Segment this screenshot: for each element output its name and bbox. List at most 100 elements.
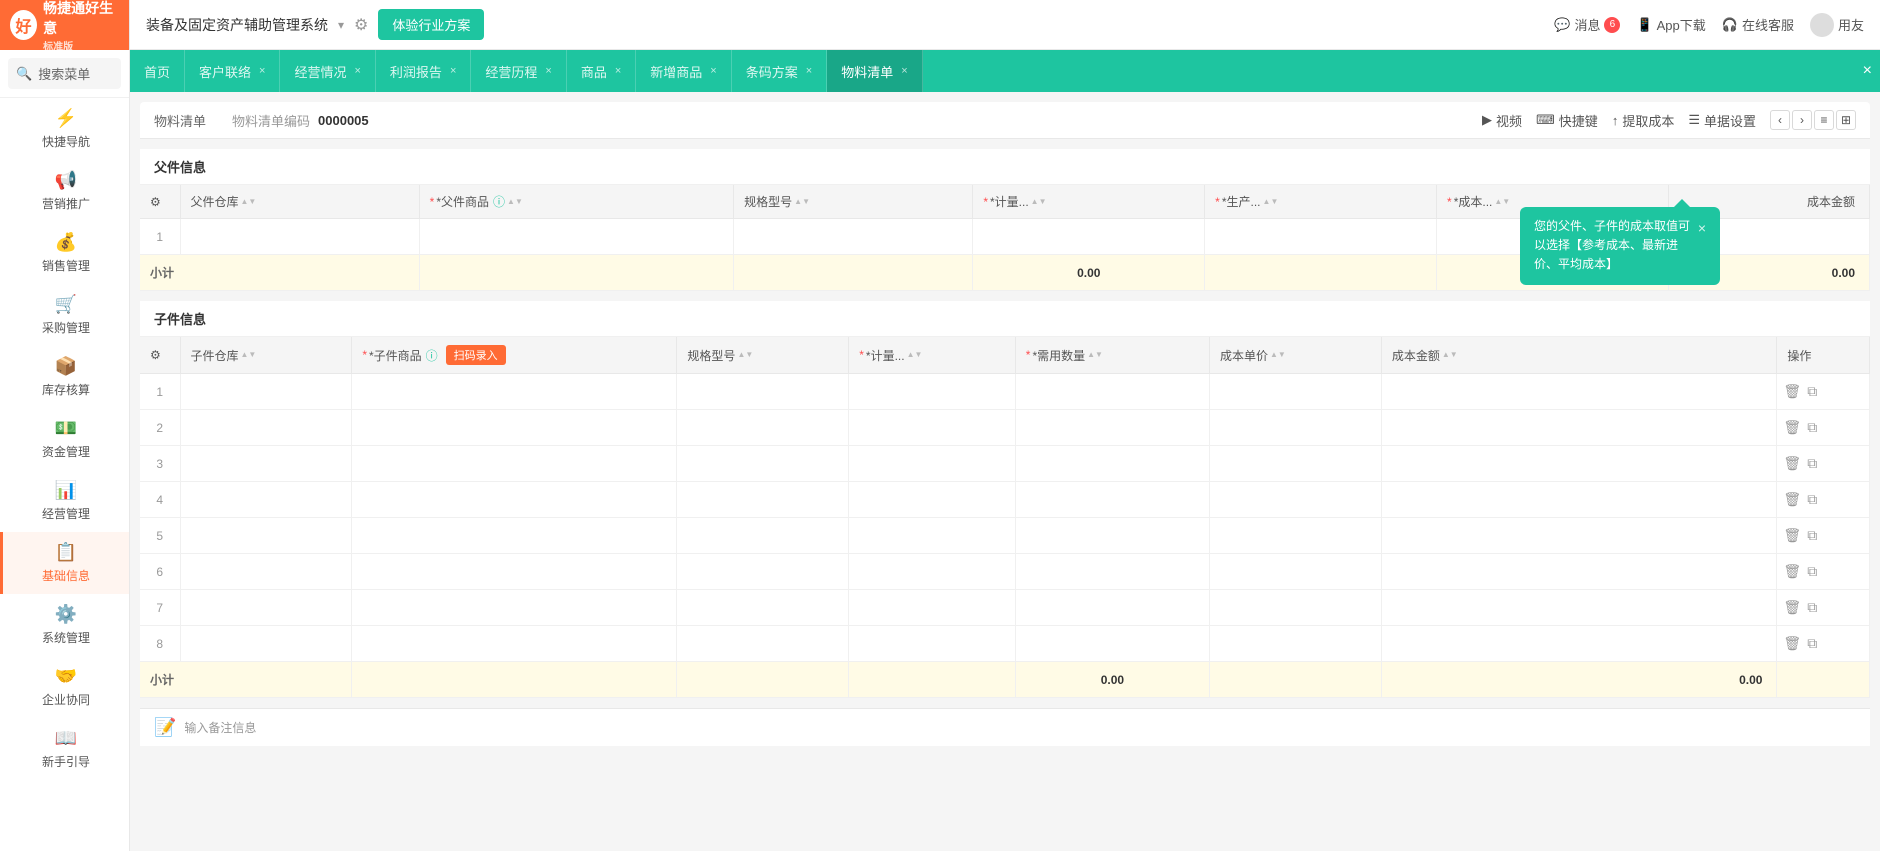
- parent-unit-cell[interactable]: [973, 219, 1205, 255]
- copy-row-5-icon[interactable]: ⧉: [1807, 527, 1817, 544]
- sidebar-item-finance[interactable]: 💵 资金管理: [0, 408, 129, 470]
- child-qty-cell-2[interactable]: [1015, 410, 1209, 446]
- delete-row-3-icon[interactable]: 🗑: [1783, 455, 1801, 472]
- child-spec-cell-5[interactable]: [677, 518, 849, 554]
- breadcrumb-parent[interactable]: 物料清单: [154, 111, 206, 130]
- delete-row-8-icon[interactable]: 🗑: [1783, 635, 1801, 652]
- sidebar-item-system[interactable]: ⚙️ 系统管理: [0, 594, 129, 656]
- child-qty-cell-3[interactable]: [1015, 446, 1209, 482]
- tooltip-close-button[interactable]: ×: [1698, 217, 1706, 239]
- child-goods-cell-1[interactable]: [352, 374, 677, 410]
- extract-cost-action[interactable]: ↑ 提取成本: [1612, 111, 1675, 130]
- nav-prev-button[interactable]: ‹: [1770, 110, 1790, 130]
- copy-row-7-icon[interactable]: ⧉: [1807, 599, 1817, 616]
- settings-icon[interactable]: ⚙: [354, 15, 368, 35]
- child-warehouse-cell-4[interactable]: [180, 482, 352, 518]
- child-spec-cell-2[interactable]: [677, 410, 849, 446]
- child-col-gear[interactable]: ⚙: [140, 337, 180, 374]
- nav-expand-button[interactable]: ⊞: [1836, 110, 1856, 130]
- copy-row-3-icon[interactable]: ⧉: [1807, 455, 1817, 472]
- tab-barcode-close[interactable]: ×: [806, 65, 812, 77]
- copy-row-1-icon[interactable]: ⧉: [1807, 383, 1817, 400]
- child-warehouse-cell-6[interactable]: [180, 554, 352, 590]
- child-goods-cell-6[interactable]: [352, 554, 677, 590]
- search-menu-button[interactable]: 🔍 搜索菜单: [8, 58, 121, 89]
- parent-spec-cell[interactable]: [734, 219, 973, 255]
- child-qty-cell-4[interactable]: [1015, 482, 1209, 518]
- child-qty-cell-8[interactable]: [1015, 626, 1209, 662]
- view-action[interactable]: ▶ 视频: [1482, 111, 1522, 130]
- child-unit-cell-3[interactable]: [849, 446, 1016, 482]
- tab-new-goods[interactable]: 新增商品 ×: [636, 50, 731, 92]
- copy-row-2-icon[interactable]: ⧉: [1807, 419, 1817, 436]
- scan-input-button[interactable]: 扫码录入: [446, 345, 506, 365]
- message-item[interactable]: 💬 消息 6: [1554, 15, 1620, 34]
- sidebar-item-operations[interactable]: 📊 经营管理: [0, 470, 129, 532]
- delete-row-1-icon[interactable]: 🗑: [1783, 383, 1801, 400]
- user-item[interactable]: 用友: [1810, 13, 1864, 37]
- delete-row-2-icon[interactable]: 🗑: [1783, 419, 1801, 436]
- child-qty-cell-5[interactable]: [1015, 518, 1209, 554]
- child-unit-cost-cell-3[interactable]: [1210, 446, 1382, 482]
- tab-operations-close[interactable]: ×: [354, 65, 360, 77]
- child-warehouse-cell-5[interactable]: [180, 518, 352, 554]
- tab-customer-close[interactable]: ×: [259, 65, 265, 77]
- child-unit-cell-6[interactable]: [849, 554, 1016, 590]
- sidebar-item-quick-nav[interactable]: ⚡ 快捷导航: [0, 98, 129, 160]
- tab-bom[interactable]: 物料清单 ×: [827, 50, 922, 92]
- tab-goods-close[interactable]: ×: [615, 65, 621, 77]
- tab-operations[interactable]: 经营情况 ×: [280, 50, 375, 92]
- nav-next-button[interactable]: ›: [1792, 110, 1812, 130]
- copy-row-8-icon[interactable]: ⧉: [1807, 635, 1817, 652]
- child-goods-cell-4[interactable]: [352, 482, 677, 518]
- child-qty-cell-6[interactable]: [1015, 554, 1209, 590]
- child-spec-cell-3[interactable]: [677, 446, 849, 482]
- note-placeholder[interactable]: 输入备注信息: [184, 719, 256, 736]
- child-unit-cell-7[interactable]: [849, 590, 1016, 626]
- child-goods-cell-8[interactable]: [352, 626, 677, 662]
- child-spec-cell-7[interactable]: [677, 590, 849, 626]
- child-unit-cell-1[interactable]: [849, 374, 1016, 410]
- nav-list-button[interactable]: ≡: [1814, 110, 1834, 130]
- child-qty-cell-1[interactable]: [1015, 374, 1209, 410]
- child-goods-cell-7[interactable]: [352, 590, 677, 626]
- child-spec-cell-8[interactable]: [677, 626, 849, 662]
- tab-profit-close[interactable]: ×: [450, 65, 456, 77]
- sidebar-item-marketing[interactable]: 📢 营销推广: [0, 160, 129, 222]
- child-unit-cost-cell-7[interactable]: [1210, 590, 1382, 626]
- copy-row-4-icon[interactable]: ⧉: [1807, 491, 1817, 508]
- tab-history-close[interactable]: ×: [545, 65, 551, 77]
- child-goods-cell-2[interactable]: [352, 410, 677, 446]
- child-goods-cell-5[interactable]: [352, 518, 677, 554]
- trial-button[interactable]: 体验行业方案: [378, 9, 484, 40]
- child-unit-cost-cell-4[interactable]: [1210, 482, 1382, 518]
- child-qty-cell-7[interactable]: [1015, 590, 1209, 626]
- tab-customer[interactable]: 客户联络 ×: [185, 50, 280, 92]
- parent-warehouse-cell[interactable]: [180, 219, 419, 255]
- child-warehouse-cell-3[interactable]: [180, 446, 352, 482]
- copy-row-6-icon[interactable]: ⧉: [1807, 563, 1817, 580]
- parent-produce-cell[interactable]: [1205, 219, 1437, 255]
- child-unit-cell-5[interactable]: [849, 518, 1016, 554]
- delete-row-6-icon[interactable]: 🗑: [1783, 563, 1801, 580]
- tab-profit[interactable]: 利润报告 ×: [376, 50, 471, 92]
- sidebar-item-basic-info[interactable]: 📋 基础信息: [0, 532, 129, 594]
- shortcut-action[interactable]: ⌨ 快捷键: [1536, 111, 1598, 130]
- delete-row-5-icon[interactable]: 🗑: [1783, 527, 1801, 544]
- app-download-item[interactable]: 📱 App下载: [1636, 15, 1705, 34]
- delete-row-7-icon[interactable]: 🗑: [1783, 599, 1801, 616]
- child-unit-cost-cell-1[interactable]: [1210, 374, 1382, 410]
- tab-history[interactable]: 经营历程 ×: [471, 50, 566, 92]
- sidebar-item-cooperation[interactable]: 🤝 企业协同: [0, 656, 129, 718]
- tab-home[interactable]: 首页: [130, 50, 185, 92]
- sidebar-item-inventory[interactable]: 📦 库存核算: [0, 346, 129, 408]
- child-warehouse-cell-1[interactable]: [180, 374, 352, 410]
- parent-col-gear[interactable]: ⚙: [140, 185, 180, 219]
- single-settings-action[interactable]: ☰ 单据设置: [1688, 111, 1756, 130]
- delete-row-4-icon[interactable]: 🗑: [1783, 491, 1801, 508]
- child-spec-cell-6[interactable]: [677, 554, 849, 590]
- child-warehouse-cell-8[interactable]: [180, 626, 352, 662]
- sidebar-item-sales[interactable]: 💰 销售管理: [0, 222, 129, 284]
- child-unit-cost-cell-2[interactable]: [1210, 410, 1382, 446]
- child-unit-cell-2[interactable]: [849, 410, 1016, 446]
